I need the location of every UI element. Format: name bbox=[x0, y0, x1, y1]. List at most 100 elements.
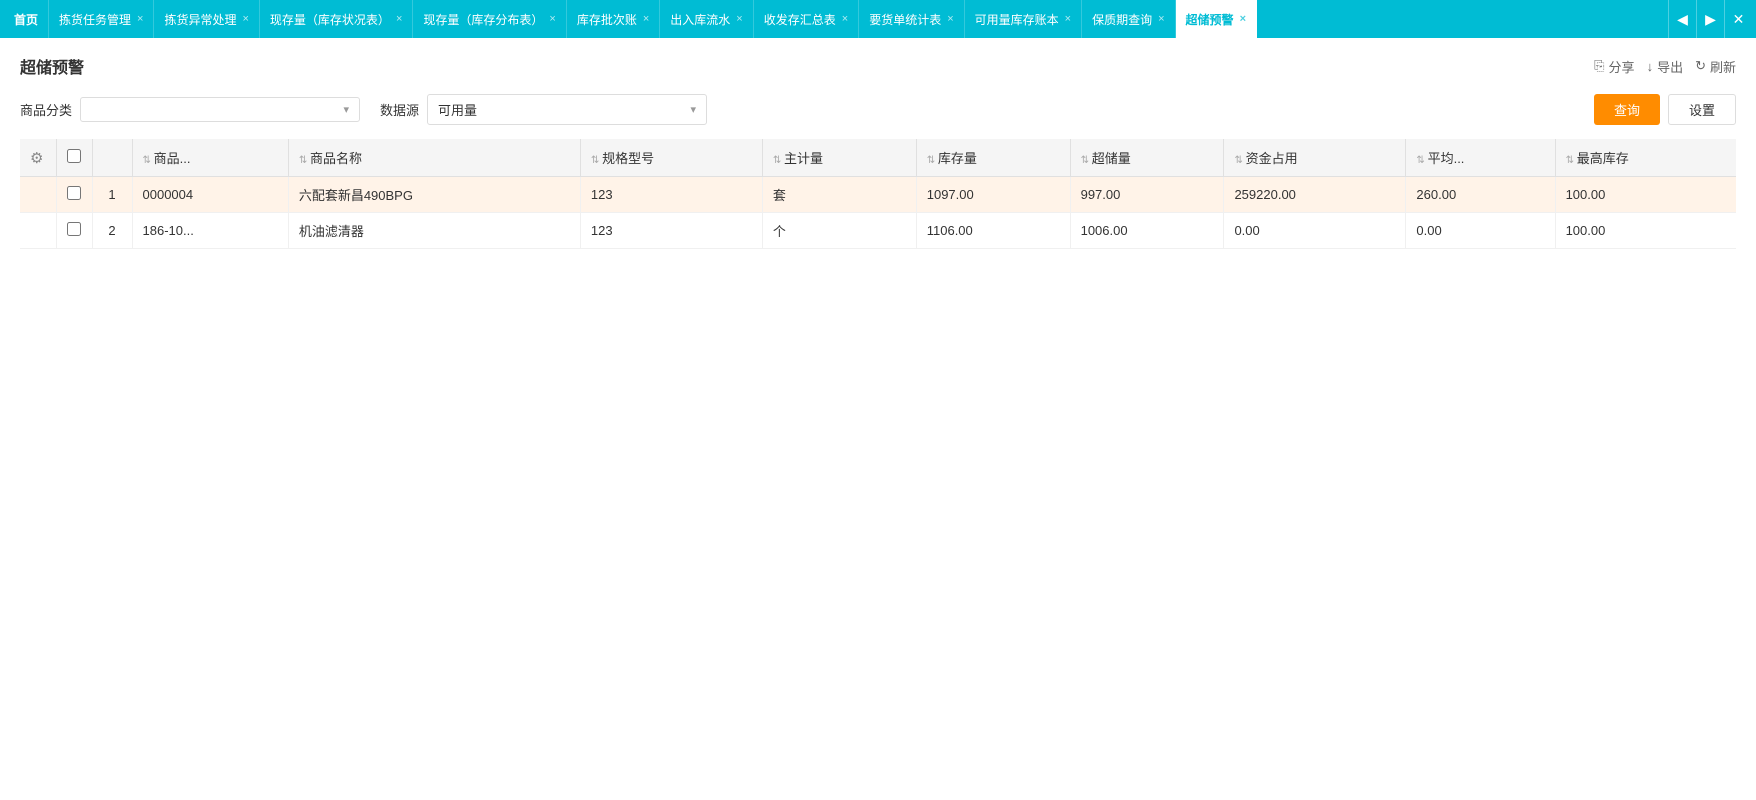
table-row: 2 186-10... 机油滤清器 123 个 1106.00 1006.00 … bbox=[20, 213, 1736, 249]
close-icon[interactable]: × bbox=[137, 13, 143, 25]
capital-cell: 259220.00 bbox=[1224, 177, 1406, 213]
sort-icon: ⇅ bbox=[773, 155, 784, 166]
close-icon[interactable]: × bbox=[1065, 13, 1071, 25]
nav-tab-batch-account[interactable]: 库存批次账 × bbox=[567, 0, 660, 38]
close-icon[interactable]: × bbox=[842, 13, 848, 25]
nav-tab-quality-check[interactable]: 保质期查询 × bbox=[1082, 0, 1175, 38]
nav-arrows: ◀ ▶ ✕ bbox=[1668, 0, 1752, 38]
max-stock-cell: 100.00 bbox=[1555, 213, 1736, 249]
set-button[interactable]: 设置 bbox=[1668, 94, 1736, 125]
spec-cell: 123 bbox=[580, 177, 762, 213]
settings-column-header[interactable]: ⚙ bbox=[20, 139, 56, 177]
nav-tab-inventory-dist[interactable]: 现存量（库存分布表） × bbox=[413, 0, 566, 38]
unit-column-header[interactable]: ⇅ 主计量 bbox=[762, 139, 916, 177]
nav-tab-recv-send[interactable]: 收发存汇总表 × bbox=[754, 0, 859, 38]
close-icon[interactable]: × bbox=[947, 13, 953, 25]
nav-close-button[interactable]: ✕ bbox=[1724, 0, 1752, 38]
filter-actions: 查询 设置 bbox=[1594, 94, 1736, 125]
nav-tab-inventory-status[interactable]: 现存量（库存状况表） × bbox=[260, 0, 413, 38]
sort-icon: ⇅ bbox=[1081, 155, 1092, 166]
sort-icon: ⇅ bbox=[927, 155, 938, 166]
datasource-select[interactable]: 可用量 ▾ bbox=[427, 94, 707, 125]
close-icon[interactable]: × bbox=[1158, 13, 1164, 25]
spec-cell: 123 bbox=[580, 213, 762, 249]
datasource-select-value: 可用量 bbox=[438, 100, 690, 119]
table-header-row: ⚙ ⇅ 商品... ⇅ 商品名称 ⇅ 规格型号 ⇅ 主计量 bbox=[20, 139, 1736, 177]
stock-cell: 1097.00 bbox=[916, 177, 1070, 213]
nav-tab-avail-account[interactable]: 可用量库存账本 × bbox=[965, 0, 1082, 38]
row-settings-cell bbox=[20, 177, 56, 213]
capital-column-header[interactable]: ⇅ 资金占用 bbox=[1224, 139, 1406, 177]
num-column-header bbox=[92, 139, 132, 177]
row-checkbox-cell[interactable] bbox=[56, 213, 92, 249]
sort-icon: ⇅ bbox=[1566, 155, 1577, 166]
stock-column-header[interactable]: ⇅ 库存量 bbox=[916, 139, 1070, 177]
sort-icon: ⇅ bbox=[1234, 155, 1245, 166]
sort-icon: ⇅ bbox=[1416, 155, 1427, 166]
nav-tab-in-out-flow[interactable]: 出入库流水 × bbox=[660, 0, 753, 38]
avg-cell: 260.00 bbox=[1406, 177, 1555, 213]
sort-icon: ⇅ bbox=[143, 155, 154, 166]
page-title: 超储预警 bbox=[20, 54, 84, 78]
sku-name-cell: 机油滤清器 bbox=[288, 213, 580, 249]
spec-column-header[interactable]: ⇅ 规格型号 bbox=[580, 139, 762, 177]
page-header: 超储预警 ⎘ 分享 ↓ 导出 ↻ 刷新 bbox=[20, 54, 1736, 78]
sort-icon: ⇅ bbox=[591, 155, 602, 166]
sort-icon: ⇅ bbox=[299, 155, 310, 166]
sku-code-column-header[interactable]: ⇅ 商品... bbox=[132, 139, 288, 177]
row-num-cell: 2 bbox=[92, 213, 132, 249]
unit-cell: 套 bbox=[762, 177, 916, 213]
sku-code-cell: 186-10... bbox=[132, 213, 288, 249]
unit-cell: 个 bbox=[762, 213, 916, 249]
nav-tab-abnormal[interactable]: 拣货异常处理 × bbox=[154, 0, 259, 38]
main-content: 超储预警 ⎘ 分享 ↓ 导出 ↻ 刷新 商品分类 ▾ 数据源 bbox=[0, 38, 1756, 800]
close-icon[interactable]: × bbox=[396, 13, 402, 25]
category-filter: 商品分类 ▾ bbox=[20, 97, 360, 122]
share-button[interactable]: ⎘ 分享 bbox=[1594, 57, 1634, 76]
close-icon[interactable]: × bbox=[549, 13, 555, 25]
datasource-label: 数据源 bbox=[380, 100, 419, 119]
overstock-cell: 1006.00 bbox=[1070, 213, 1224, 249]
sku-code-cell: 0000004 bbox=[132, 177, 288, 213]
chevron-down-icon: ▾ bbox=[691, 103, 697, 116]
nav-tab-home[interactable]: 首页 bbox=[4, 0, 49, 38]
select-all-checkbox[interactable] bbox=[67, 149, 81, 163]
close-icon[interactable]: × bbox=[242, 13, 248, 25]
close-icon[interactable]: × bbox=[643, 13, 649, 25]
query-button[interactable]: 查询 bbox=[1594, 94, 1660, 125]
table-header: ⚙ ⇅ 商品... ⇅ 商品名称 ⇅ 规格型号 ⇅ 主计量 bbox=[20, 139, 1736, 177]
refresh-button[interactable]: ↻ 刷新 bbox=[1695, 57, 1736, 76]
share-icon: ⎘ bbox=[1594, 58, 1604, 74]
overstock-column-header[interactable]: ⇅ 超储量 bbox=[1070, 139, 1224, 177]
nav-tab-task-mgmt[interactable]: 拣货任务管理 × bbox=[49, 0, 154, 38]
checkbox-column-header[interactable] bbox=[56, 139, 92, 177]
nav-prev-button[interactable]: ◀ bbox=[1668, 0, 1696, 38]
category-label: 商品分类 bbox=[20, 100, 72, 119]
nav-tab-order-stat[interactable]: 要货单统计表 × bbox=[859, 0, 964, 38]
refresh-icon: ↻ bbox=[1695, 58, 1706, 74]
capital-cell: 0.00 bbox=[1224, 213, 1406, 249]
category-select[interactable]: ▾ bbox=[80, 97, 360, 122]
top-navigation: 首页 拣货任务管理 × 拣货异常处理 × 现存量（库存状况表） × 现存量（库存… bbox=[0, 0, 1756, 38]
nav-next-button[interactable]: ▶ bbox=[1696, 0, 1724, 38]
export-icon: ↓ bbox=[1647, 59, 1654, 74]
avg-column-header[interactable]: ⇅ 平均... bbox=[1406, 139, 1555, 177]
export-button[interactable]: ↓ 导出 bbox=[1647, 57, 1684, 76]
nav-tab-overstock-warning[interactable]: 超储预警 × bbox=[1176, 0, 1257, 38]
data-table: ⚙ ⇅ 商品... ⇅ 商品名称 ⇅ 规格型号 ⇅ 主计量 bbox=[20, 139, 1736, 249]
sku-name-cell: 六配套新昌490BPG bbox=[288, 177, 580, 213]
sku-name-column-header[interactable]: ⇅ 商品名称 bbox=[288, 139, 580, 177]
chevron-down-icon: ▾ bbox=[343, 103, 349, 116]
close-icon[interactable]: × bbox=[1240, 13, 1246, 25]
row-checkbox[interactable] bbox=[67, 186, 81, 200]
row-checkbox[interactable] bbox=[67, 222, 81, 236]
max-stock-cell: 100.00 bbox=[1555, 177, 1736, 213]
row-checkbox-cell[interactable] bbox=[56, 177, 92, 213]
overstock-cell: 997.00 bbox=[1070, 177, 1224, 213]
filter-row: 商品分类 ▾ 数据源 可用量 ▾ 查询 设置 bbox=[20, 94, 1736, 125]
datasource-filter: 数据源 可用量 ▾ bbox=[380, 94, 707, 125]
max-stock-column-header[interactable]: ⇅ 最高库存 bbox=[1555, 139, 1736, 177]
table-row: 1 0000004 六配套新昌490BPG 123 套 1097.00 997.… bbox=[20, 177, 1736, 213]
close-icon[interactable]: × bbox=[736, 13, 742, 25]
settings-icon[interactable]: ⚙ bbox=[30, 150, 43, 167]
